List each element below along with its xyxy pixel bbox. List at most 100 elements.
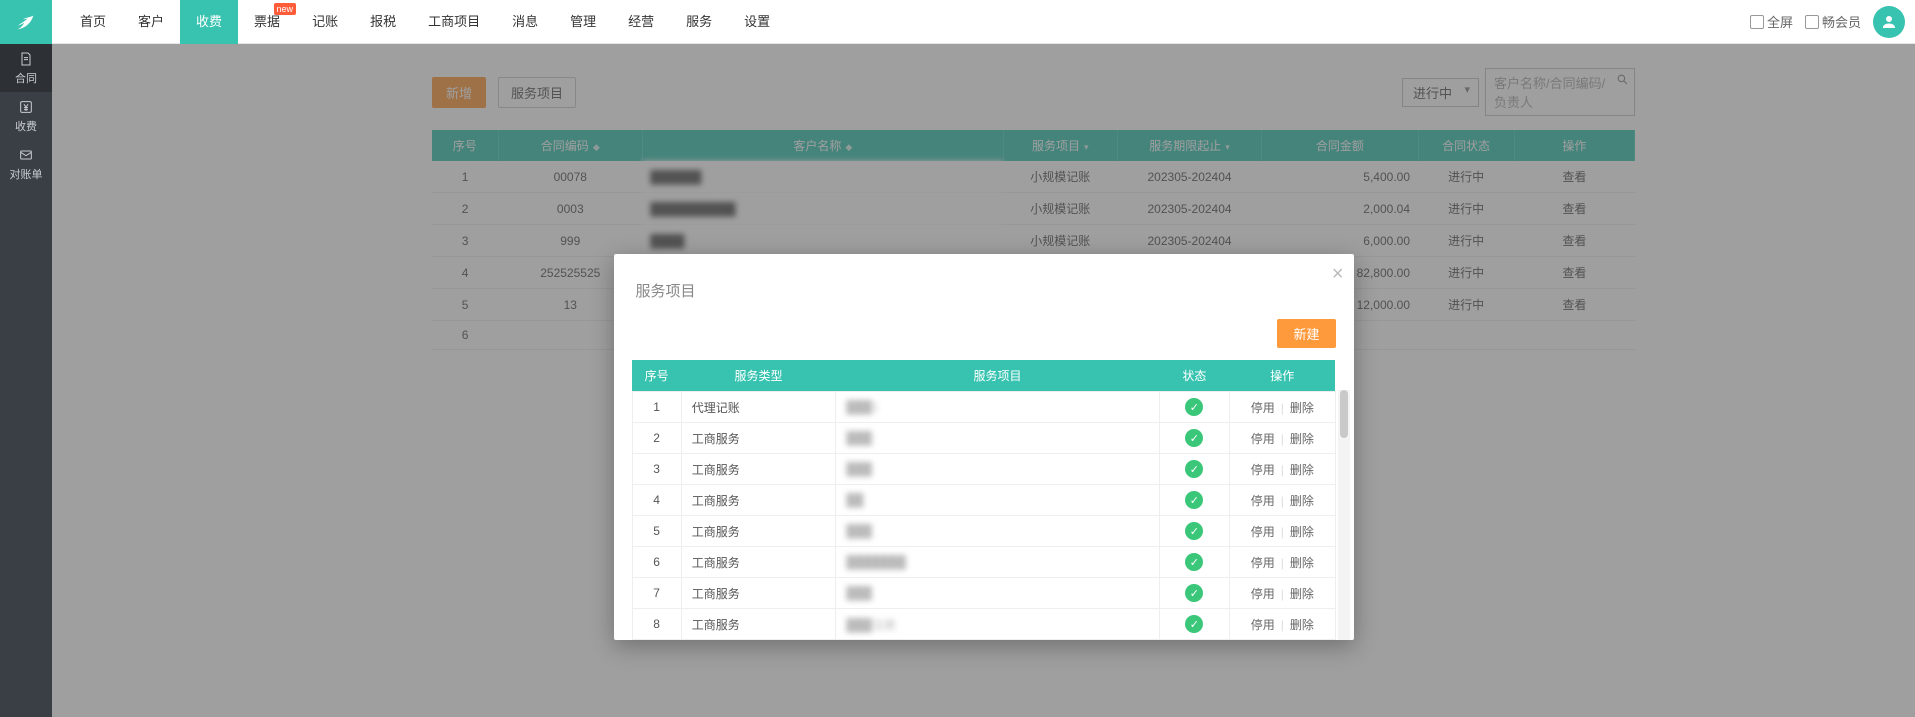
cell-proj: ███ [836,454,1159,485]
modal-toolbar: 新建 [614,313,1354,360]
modal-close-button[interactable]: × [1332,264,1344,284]
stop-action[interactable]: 停用 [1251,525,1275,539]
modal-new-button[interactable]: 新建 [1277,319,1335,348]
modal-table-header: 状态 [1159,360,1229,392]
fullscreen-label: 全屏 [1767,12,1793,31]
status-ok-icon [1185,460,1203,478]
delete-action[interactable]: 删除 [1290,618,1314,632]
stop-action[interactable]: 停用 [1251,587,1275,601]
fullscreen-button[interactable]: 全屏 [1750,12,1793,31]
topnav-item[interactable]: 管理 [554,0,612,44]
app-logo[interactable] [0,0,52,44]
cell-actions: 停用 | 删除 [1230,485,1335,516]
modal-table-header: 序号 [632,360,681,392]
status-ok-icon [1185,429,1203,447]
cell-actions: 停用|删除 [1230,516,1335,547]
cell-type: 工商服务 [681,485,836,516]
delete-action[interactable]: 删除 [1290,401,1314,415]
topnav-item[interactable]: 客户 [122,0,180,44]
stop-action[interactable]: 停用 [1251,494,1275,508]
stop-action[interactable]: 停用 [1251,463,1275,477]
sidebar-item-yen[interactable]: 收费 [0,92,52,140]
top-bar: 首页客户收费票据new记账报税工商项目消息管理经营服务设置 全屏 畅会员 [0,0,1915,44]
topnav-item[interactable]: 设置 [728,0,786,44]
topnav-item[interactable]: 记账 [296,0,354,44]
cell-status [1159,454,1229,485]
main-area: 新增 服务项目 进行中 客户名称/合同编码/负责人 序号合同编码◆客户名称◆服务… [52,44,1915,717]
cell-proj: ███████ [836,547,1159,578]
sidebar-item-label: 对账单 [10,166,43,182]
modal-table-row: 3工商服务███ 停用 | 删除 [632,454,1335,485]
sidebar-item-mail[interactable]: 对账单 [0,140,52,188]
cell-type: 工商服务 [681,516,836,547]
topnav-item[interactable]: 收费 [180,0,238,44]
topnav-item[interactable]: 工商项目 [412,0,496,44]
cell-status [1159,392,1229,423]
cell-type: 工商服务 [681,609,836,640]
cell-status [1159,516,1229,547]
status-ok-icon [1185,553,1203,571]
divider: | [1281,432,1284,446]
delete-action[interactable]: 删除 [1290,494,1314,508]
modal-table-header: 服务类型 [681,360,836,392]
left-sidebar: 合同收费对账单 [0,44,52,717]
mail-icon [17,146,35,164]
divider: | [1281,618,1284,632]
cell-actions: 停用 | 删除 [1230,578,1335,609]
cell-type: 工商服务 [681,547,836,578]
yen-icon [17,98,35,116]
cell-idx: 8 [632,609,681,640]
divider: | [1281,463,1284,477]
status-ok-icon [1185,522,1203,540]
topnav-item[interactable]: 经营 [612,0,670,44]
cell-actions: 停用 | 删除 [1230,547,1335,578]
topnav-item[interactable]: 服务 [670,0,728,44]
modal-title: 服务项目 [614,254,1354,313]
sidebar-item-doc[interactable]: 合同 [0,44,52,92]
delete-action[interactable]: 删除 [1290,432,1314,446]
divider: | [1281,494,1284,508]
modal-scrollbar[interactable] [1338,390,1350,640]
delete-action[interactable]: 删除 [1290,525,1314,539]
status-ok-icon [1185,584,1203,602]
scrollbar-thumb[interactable] [1340,390,1348,438]
user-icon [1880,13,1898,31]
stop-action[interactable]: 停用 [1251,556,1275,570]
cell-idx: 3 [632,454,681,485]
cell-status [1159,609,1229,640]
stop-action[interactable]: 停用 [1251,432,1275,446]
delete-action[interactable]: 删除 [1290,587,1314,601]
cell-type: 代理记账 [681,392,836,423]
sidebar-item-label: 收费 [15,118,37,134]
cell-actions: 停用 | 删除 [1230,423,1335,454]
feather-icon [15,11,37,33]
stop-action[interactable]: 停用 [1251,401,1275,415]
cell-status [1159,578,1229,609]
cell-actions: 停用 | 删除 [1230,609,1335,640]
divider: | [1281,587,1284,601]
cell-idx: 5 [632,516,681,547]
cell-status [1159,485,1229,516]
topnav-item[interactable]: 首页 [64,0,122,44]
modal-table-header: 操作 [1230,360,1335,392]
fullscreen-icon [1750,15,1764,29]
modal-table-row: 2工商服务███停用|删除 [632,423,1335,454]
cell-proj: ███1 [836,392,1159,423]
user-avatar[interactable] [1873,6,1905,38]
new-badge: new [274,3,297,15]
topnav-item[interactable]: 消息 [496,0,554,44]
topnav-item[interactable]: 票据new [238,0,296,44]
modal-table-row: 8工商服务███注册停用|删除 [632,609,1335,640]
cell-type: 工商服务 [681,454,836,485]
modal-table-row: 7工商服务███停用|删除 [632,578,1335,609]
cell-idx: 6 [632,547,681,578]
delete-action[interactable]: 删除 [1290,463,1314,477]
cell-proj: ███ [836,578,1159,609]
divider: | [1281,556,1284,570]
stop-action[interactable]: 停用 [1251,618,1275,632]
status-ok-icon [1185,491,1203,509]
member-button[interactable]: 畅会员 [1805,12,1861,31]
cell-proj: ██ [836,485,1159,516]
delete-action[interactable]: 删除 [1290,556,1314,570]
topnav-item[interactable]: 报税 [354,0,412,44]
